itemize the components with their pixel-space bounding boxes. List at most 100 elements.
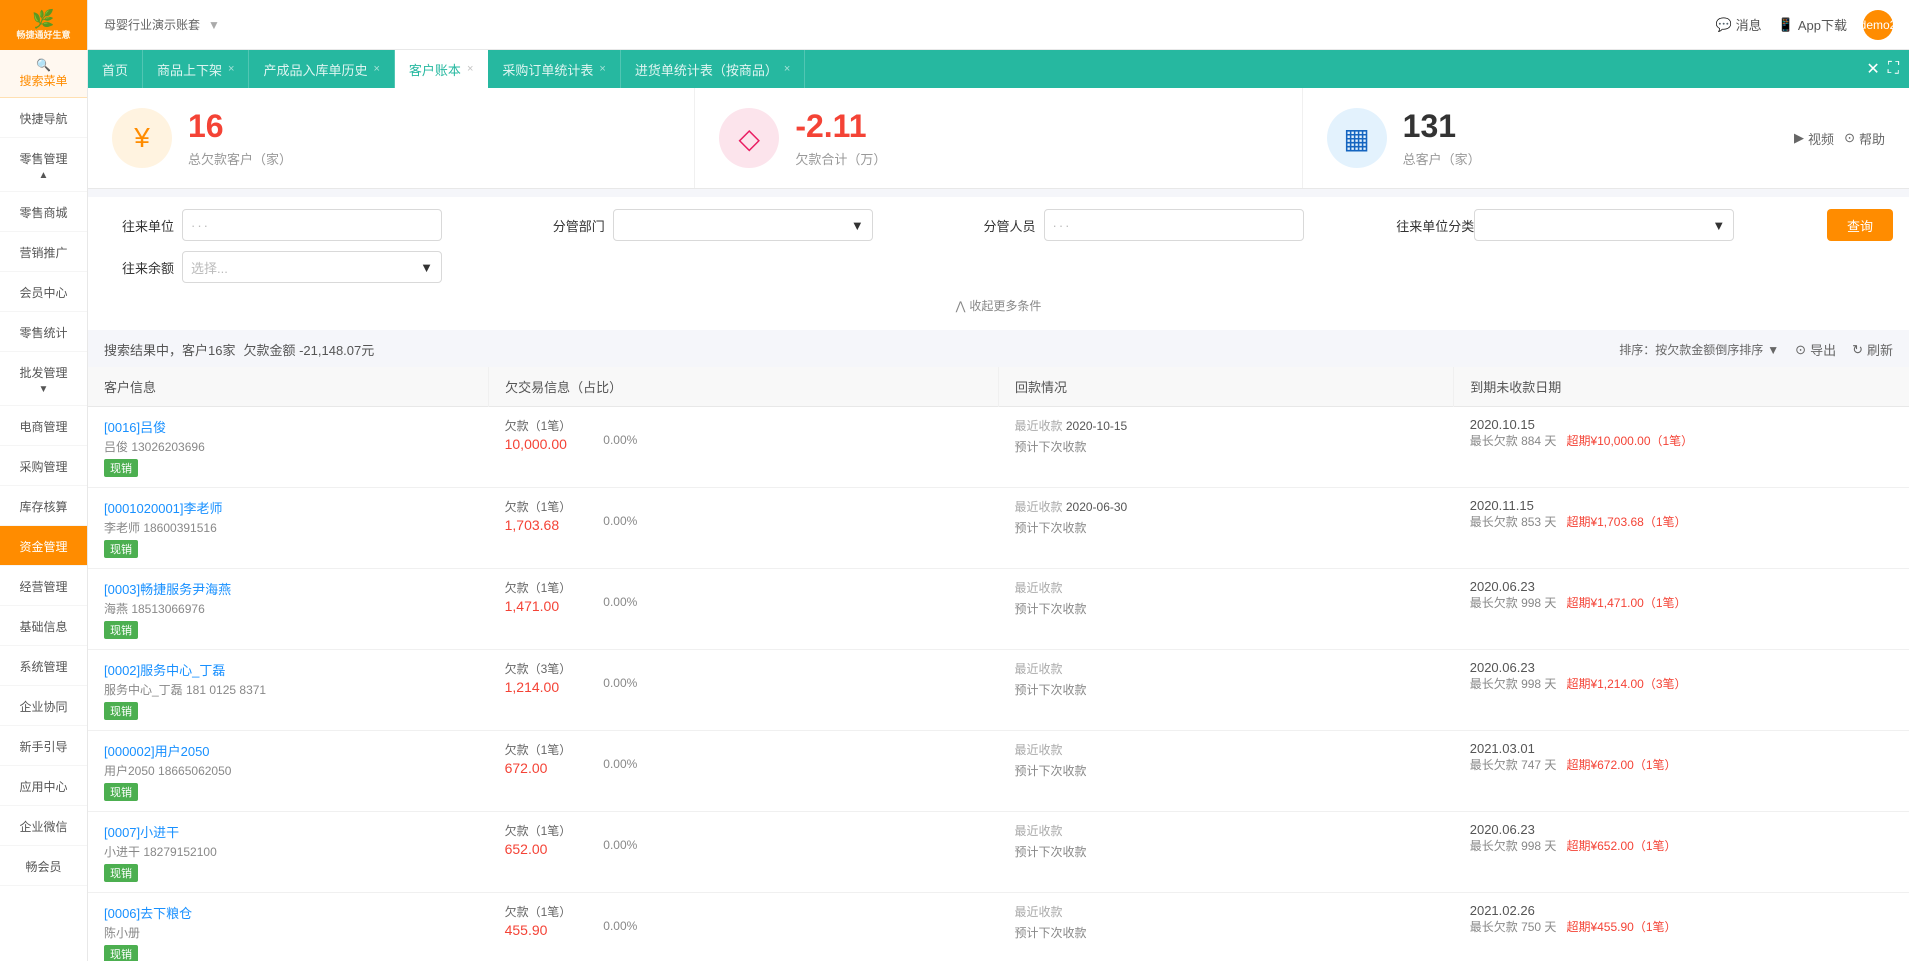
- overdue-days: 最长欠款 750 天 超期¥455.90（1笔）: [1470, 918, 1893, 935]
- stat-info-total-customers: 131 总客户（家）: [1403, 108, 1481, 168]
- customer-name-link[interactable]: [0002]服务中心_丁磊: [104, 660, 473, 679]
- customer-name-link[interactable]: [0007]小进干: [104, 822, 473, 841]
- cell-due-date: 2020.06.23 最长欠款 998 天 超期¥1,471.00（1笔）: [1454, 569, 1909, 650]
- table-row: [0006]去下粮仓 陈小册 现销 欠款（1笔） 455.90 0.00% 最近…: [88, 893, 1909, 961]
- debt-amount[interactable]: 10,000.00: [505, 436, 572, 452]
- last-payment: 最近收款 2020-06-30: [1014, 498, 1437, 515]
- customer-name-link[interactable]: [0016]吕俊: [104, 417, 473, 436]
- cell-debt-info: 欠款（1笔） 1,703.68 0.00%: [489, 488, 999, 569]
- sidebar-item-corp-wx[interactable]: 企业微信: [0, 806, 87, 846]
- stat-value-total-customers: 131: [1403, 108, 1481, 145]
- sidebar-item-retail-stats[interactable]: 零售统计: [0, 312, 87, 352]
- stat-card-total-customers: ▦ 131 总客户（家） ▶ 视频 ⊙ 帮助: [1303, 88, 1909, 188]
- incoming-unit-input[interactable]: ···: [182, 209, 442, 241]
- tab-purchase-order[interactable]: 采购订单统计表 ×: [488, 50, 620, 88]
- sidebar-item-basic-info[interactable]: 基础信息: [0, 606, 87, 646]
- close-icon[interactable]: ×: [467, 63, 473, 75]
- tab-label-product-offshelf: 商品上下架: [157, 60, 222, 79]
- debt-amount[interactable]: 1,703.68: [505, 517, 572, 533]
- tab-product-inbound[interactable]: 产成品入库单历史 ×: [249, 50, 394, 88]
- logo[interactable]: 🌿 畅捷通好生意: [0, 0, 87, 50]
- last-payment: 最近收款: [1014, 579, 1437, 596]
- collapse-button[interactable]: ⋀ 收起更多条件: [104, 293, 1893, 318]
- fullscreen-button[interactable]: ⛶: [1888, 60, 1899, 78]
- due-date: 2020.11.15: [1470, 498, 1893, 513]
- sidebar-item-purchase[interactable]: 采购管理: [0, 446, 87, 486]
- close-all-tabs-button[interactable]: ✕: [1866, 59, 1879, 79]
- tab-label-customer-account: 客户账本: [409, 60, 461, 79]
- overdue-amount-link[interactable]: 超期¥1,471.00（1笔）: [1566, 596, 1686, 610]
- sidebar-item-member[interactable]: 会员中心: [0, 272, 87, 312]
- tab-product-offshelf[interactable]: 商品上下架 ×: [143, 50, 249, 88]
- last-payment: 最近收款: [1014, 822, 1437, 839]
- chevron-down-icon: ▼: [1767, 343, 1779, 357]
- debt-amount[interactable]: 1,214.00: [505, 679, 572, 695]
- sidebar-item-system[interactable]: 系统管理: [0, 646, 87, 686]
- next-payment: 预计下次收款: [1014, 843, 1437, 860]
- help-button[interactable]: ⊙ 帮助: [1844, 129, 1885, 148]
- result-summary-left: 搜索结果中，客户16家 欠款金额 -21,148.07元: [104, 340, 374, 359]
- query-button[interactable]: 查询: [1827, 209, 1893, 241]
- export-button[interactable]: ⊙ 导出: [1795, 340, 1836, 359]
- overdue-amount-link[interactable]: 超期¥652.00（1笔）: [1566, 839, 1676, 853]
- sidebar-item-enterprise[interactable]: 企业协同: [0, 686, 87, 726]
- overdue-amount-link[interactable]: 超期¥1,703.68（1笔）: [1566, 515, 1686, 529]
- customer-name-link[interactable]: [000002]用户2050: [104, 741, 473, 760]
- tab-label-purchase-order: 采购订单统计表: [502, 60, 593, 79]
- sidebar-item-finance[interactable]: 资金管理: [0, 526, 87, 566]
- app-download-button[interactable]: 📱 App下载: [1778, 15, 1847, 34]
- tab-customer-account[interactable]: 客户账本 ×: [395, 50, 488, 88]
- debt-amount[interactable]: 652.00: [505, 841, 572, 857]
- debt-amount[interactable]: 455.90: [505, 922, 572, 938]
- overdue-amount-link[interactable]: 超期¥672.00（1笔）: [1566, 758, 1676, 772]
- customer-name-link[interactable]: [0006]去下粮仓: [104, 903, 473, 922]
- result-summary: 搜索结果中，客户16家 欠款金额 -21,148.07元 排序：按欠款金额倒序排…: [88, 332, 1909, 367]
- cell-debt-info: 欠款（1笔） 672.00 0.00%: [489, 731, 999, 812]
- sidebar-item-search[interactable]: 🔍 搜索菜单: [0, 50, 87, 98]
- sidebar-item-retail-mgmt[interactable]: 零售管理 ▲: [0, 138, 87, 192]
- message-button[interactable]: 💬 消息: [1715, 15, 1761, 34]
- next-payment: 预计下次收款: [1014, 438, 1437, 455]
- customer-name-link[interactable]: [0003]畅捷服务尹海燕: [104, 579, 473, 598]
- debt-amount[interactable]: 1,471.00: [505, 598, 572, 614]
- next-payment: 预计下次收款: [1014, 600, 1437, 617]
- balance-select[interactable]: 选择... ▼: [182, 251, 442, 283]
- cell-due-date: 2020.06.23 最长欠款 998 天 超期¥652.00（1笔）: [1454, 812, 1909, 893]
- customer-name-link[interactable]: [0001020001]李老师: [104, 498, 473, 517]
- sidebar-item-nav[interactable]: 快捷导航: [0, 98, 87, 138]
- sidebar-item-vip-member[interactable]: 畅会员: [0, 846, 87, 886]
- sidebar-item-marketing[interactable]: 营销推广: [0, 232, 87, 272]
- dept-select[interactable]: ▼: [613, 209, 873, 241]
- debt-amount[interactable]: 672.00: [505, 760, 572, 776]
- sidebar-item-app-center[interactable]: 应用中心: [0, 766, 87, 806]
- overdue-days: 最长欠款 998 天 超期¥652.00（1笔）: [1470, 837, 1893, 854]
- sidebar-item-inventory[interactable]: 库存核算: [0, 486, 87, 526]
- tab-label-product-inbound: 产成品入库单历史: [263, 60, 367, 79]
- video-button[interactable]: ▶ 视频: [1794, 129, 1834, 148]
- close-icon[interactable]: ×: [599, 63, 605, 75]
- close-icon[interactable]: ×: [373, 63, 379, 75]
- overdue-amount-link[interactable]: 超期¥10,000.00（1笔）: [1566, 434, 1693, 448]
- cell-debt-info: 欠款（1笔） 652.00 0.00%: [489, 812, 999, 893]
- next-payment: 预计下次收款: [1014, 519, 1437, 536]
- close-icon[interactable]: ×: [784, 63, 790, 75]
- sidebar-item-ecommerce[interactable]: 电商管理: [0, 406, 87, 446]
- unit-type-select[interactable]: ▼: [1474, 209, 1734, 241]
- person-input[interactable]: ···: [1044, 209, 1304, 241]
- table-row: [0003]畅捷服务尹海燕 海燕 18513066976 现销 欠款（1笔） 1…: [88, 569, 1909, 650]
- overdue-days: 最长欠款 853 天 超期¥1,703.68（1笔）: [1470, 513, 1893, 530]
- stat-card-debt-total: ◇ -2.11 欠款合计（万）: [695, 88, 1302, 188]
- tab-inbound-stats[interactable]: 进货单统计表（按商品） ×: [621, 50, 805, 88]
- sidebar-item-batch-mgmt[interactable]: 批发管理 ▼: [0, 352, 87, 406]
- tab-home[interactable]: 首页: [88, 50, 143, 88]
- close-icon[interactable]: ×: [228, 63, 234, 75]
- sidebar-item-operations[interactable]: 经营管理: [0, 566, 87, 606]
- overdue-amount-link[interactable]: 超期¥455.90（1笔）: [1566, 920, 1676, 934]
- sidebar-item-retail-mall[interactable]: 零售商城: [0, 192, 87, 232]
- refresh-button[interactable]: ↻ 刷新: [1852, 340, 1893, 359]
- sidebar-item-newbie[interactable]: 新手引导: [0, 726, 87, 766]
- sort-label[interactable]: 排序：按欠款金额倒序排序 ▼: [1619, 341, 1779, 358]
- overdue-amount-link[interactable]: 超期¥1,214.00（3笔）: [1566, 677, 1686, 691]
- chevron-down-icon: ▲: [39, 170, 49, 181]
- avatar[interactable]: demo2: [1863, 10, 1893, 40]
